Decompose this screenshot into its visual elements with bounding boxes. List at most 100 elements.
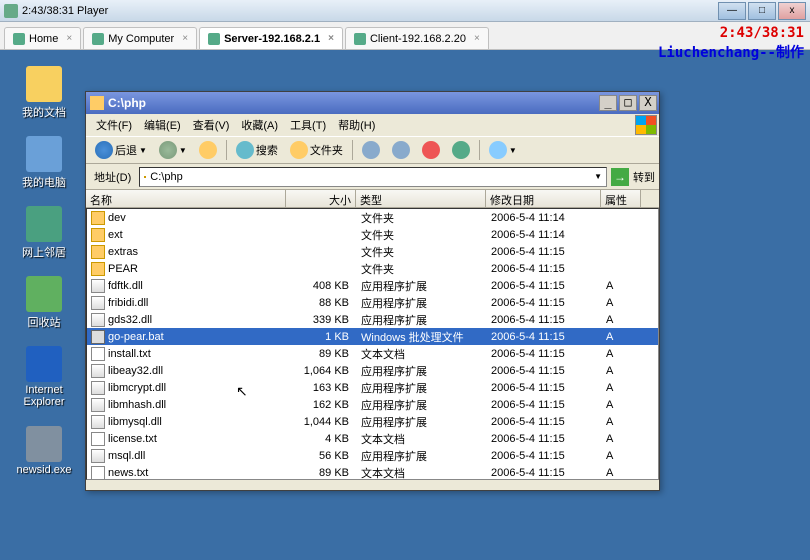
address-input[interactable]: C:\php ▼ (139, 167, 607, 187)
file-row[interactable]: libmhash.dll162 KB应用程序扩展2006-5-4 11:15A (87, 396, 658, 413)
explorer-minimize-button[interactable]: _ (599, 95, 617, 111)
explorer-menu-bar: 文件(F)编辑(E)查看(V)收藏(A)工具(T)帮助(H) (86, 114, 659, 136)
search-icon (236, 141, 254, 159)
file-type: 应用程序扩展 (357, 448, 487, 464)
file-name: msql.dll (108, 449, 145, 461)
sync-button[interactable] (387, 139, 415, 161)
file-date: 2006-5-4 11:15 (487, 331, 602, 343)
desktop-icon-我的电脑[interactable]: 我的电脑 (12, 136, 76, 190)
file-row[interactable]: news.txt89 KB文本文档2006-5-4 11:15A (87, 464, 658, 480)
address-value: C:\php (150, 171, 590, 183)
tab-home[interactable]: Home× (4, 27, 81, 49)
undo-button[interactable] (447, 139, 475, 161)
explorer-maximize-button[interactable]: □ (619, 95, 637, 111)
file-name: PEAR (108, 262, 138, 274)
column-header-size[interactable]: 大小 (286, 190, 356, 207)
file-row[interactable]: fribidi.dll88 KB应用程序扩展2006-5-4 11:15A (87, 294, 658, 311)
file-date: 2006-5-4 11:15 (487, 348, 602, 360)
file-list[interactable]: dev文件夹2006-5-4 11:14ext文件夹2006-5-4 11:14… (86, 208, 659, 480)
file-date: 2006-5-4 11:15 (487, 467, 602, 479)
file-size: 88 KB (287, 297, 357, 309)
menu-item[interactable]: 查看(V) (187, 115, 236, 135)
explorer-window: C:\php _ □ X 文件(F)编辑(E)查看(V)收藏(A)工具(T)帮助… (85, 91, 660, 491)
dll-icon (91, 449, 105, 463)
explorer-close-button[interactable]: X (639, 95, 657, 111)
desktop[interactable]: C:\php _ □ X 文件(F)编辑(E)查看(V)收藏(A)工具(T)帮助… (0, 50, 810, 560)
menu-item[interactable]: 文件(F) (90, 115, 138, 135)
folders-button[interactable]: 文件夹 (285, 139, 348, 161)
file-date: 2006-5-4 11:15 (487, 433, 602, 445)
file-type: 文本文档 (357, 431, 487, 447)
tab-close-icon[interactable]: × (66, 33, 72, 44)
search-button[interactable]: 搜索 (231, 139, 283, 161)
tab-close-icon[interactable]: × (182, 33, 188, 44)
file-row[interactable]: ext文件夹2006-5-4 11:14 (87, 226, 658, 243)
column-header-type[interactable]: 类型 (356, 190, 486, 207)
file-name: install.txt (108, 347, 151, 359)
menu-item[interactable]: 工具(T) (284, 115, 332, 135)
file-row[interactable]: install.txt89 KB文本文档2006-5-4 11:15A (87, 345, 658, 362)
tab-close-icon[interactable]: × (474, 33, 480, 44)
file-row[interactable]: extras文件夹2006-5-4 11:15 (87, 243, 658, 260)
dll-icon (91, 296, 105, 310)
tab-close-icon[interactable]: × (328, 33, 334, 44)
file-type: 应用程序扩展 (357, 295, 487, 311)
file-row[interactable]: license.txt4 KB文本文档2006-5-4 11:15A (87, 430, 658, 447)
up-button[interactable] (194, 139, 222, 161)
file-row[interactable]: msql.dll56 KB应用程序扩展2006-5-4 11:15A (87, 447, 658, 464)
views-button[interactable]: ▼ (484, 139, 522, 161)
menu-item[interactable]: 编辑(E) (138, 115, 187, 135)
desktop-icon-回收站[interactable]: 回收站 (12, 276, 76, 330)
file-date: 2006-5-4 11:15 (487, 297, 602, 309)
file-row[interactable]: libmcrypt.dll163 KB应用程序扩展2006-5-4 11:15A (87, 379, 658, 396)
share-button[interactable] (357, 139, 385, 161)
desktop-icon-image (26, 206, 62, 242)
column-header-date[interactable]: 修改日期 (486, 190, 601, 207)
file-date: 2006-5-4 11:15 (487, 450, 602, 462)
tab-client-192-168-2-20[interactable]: Client-192.168.2.20× (345, 27, 489, 49)
desktop-icon-label: 网上邻居 (12, 244, 76, 260)
folder-icon (91, 211, 105, 225)
menu-item[interactable]: 帮助(H) (332, 115, 381, 135)
desktop-icon-网上邻居[interactable]: 网上邻居 (12, 206, 76, 260)
file-row[interactable]: gds32.dll339 KB应用程序扩展2006-5-4 11:15A (87, 311, 658, 328)
tab-server-192-168-2-1[interactable]: Server-192.168.2.1× (199, 27, 343, 49)
file-date: 2006-5-4 11:15 (487, 399, 602, 411)
file-row[interactable]: go-pear.bat1 KBWindows 批处理文件2006-5-4 11:… (87, 328, 658, 345)
file-size: 1,064 KB (287, 365, 357, 377)
menu-item[interactable]: 收藏(A) (235, 115, 284, 135)
file-name: news.txt (108, 466, 148, 478)
desktop-icon-newsid.exe[interactable]: newsid.exe (12, 426, 76, 476)
back-label: 后退 (115, 142, 137, 158)
dll-icon (91, 364, 105, 378)
file-row[interactable]: PEAR文件夹2006-5-4 11:15 (87, 260, 658, 277)
desktop-icon-Internet Explorer[interactable]: Internet Explorer (12, 346, 76, 408)
delete-button[interactable] (417, 139, 445, 161)
vm-maximize-button[interactable]: □ (748, 2, 776, 20)
share-icon (362, 141, 380, 159)
back-button[interactable]: 后退▼ (90, 139, 152, 161)
vm-minimize-button[interactable]: — (718, 2, 746, 20)
file-row[interactable]: libmysql.dll1,044 KB应用程序扩展2006-5-4 11:15… (87, 413, 658, 430)
tab-icon (13, 33, 25, 45)
search-label: 搜索 (256, 142, 278, 158)
desktop-icon-我的文档[interactable]: 我的文档 (12, 66, 76, 120)
folder-icon (144, 176, 146, 178)
forward-button[interactable]: ▼ (154, 139, 192, 161)
vm-close-button[interactable]: x (778, 2, 806, 20)
windows-logo-icon (635, 115, 657, 135)
column-header-name[interactable]: 名称 (86, 190, 286, 207)
address-dropdown-icon[interactable]: ▼ (594, 172, 602, 181)
go-button-label[interactable]: 转到 (633, 169, 655, 185)
file-row[interactable]: dev文件夹2006-5-4 11:14 (87, 209, 658, 226)
go-button-icon[interactable]: → (611, 168, 629, 186)
sync-icon (392, 141, 410, 159)
explorer-title-bar[interactable]: C:\php _ □ X (86, 92, 659, 114)
file-size: 1 KB (287, 331, 357, 343)
file-size: 1,044 KB (287, 416, 357, 428)
column-header-attr[interactable]: 属性 (601, 190, 641, 207)
file-type: 文件夹 (357, 244, 487, 260)
file-row[interactable]: libeay32.dll1,064 KB应用程序扩展2006-5-4 11:15… (87, 362, 658, 379)
file-row[interactable]: fdftk.dll408 KB应用程序扩展2006-5-4 11:15A (87, 277, 658, 294)
tab-my-computer[interactable]: My Computer× (83, 27, 197, 49)
